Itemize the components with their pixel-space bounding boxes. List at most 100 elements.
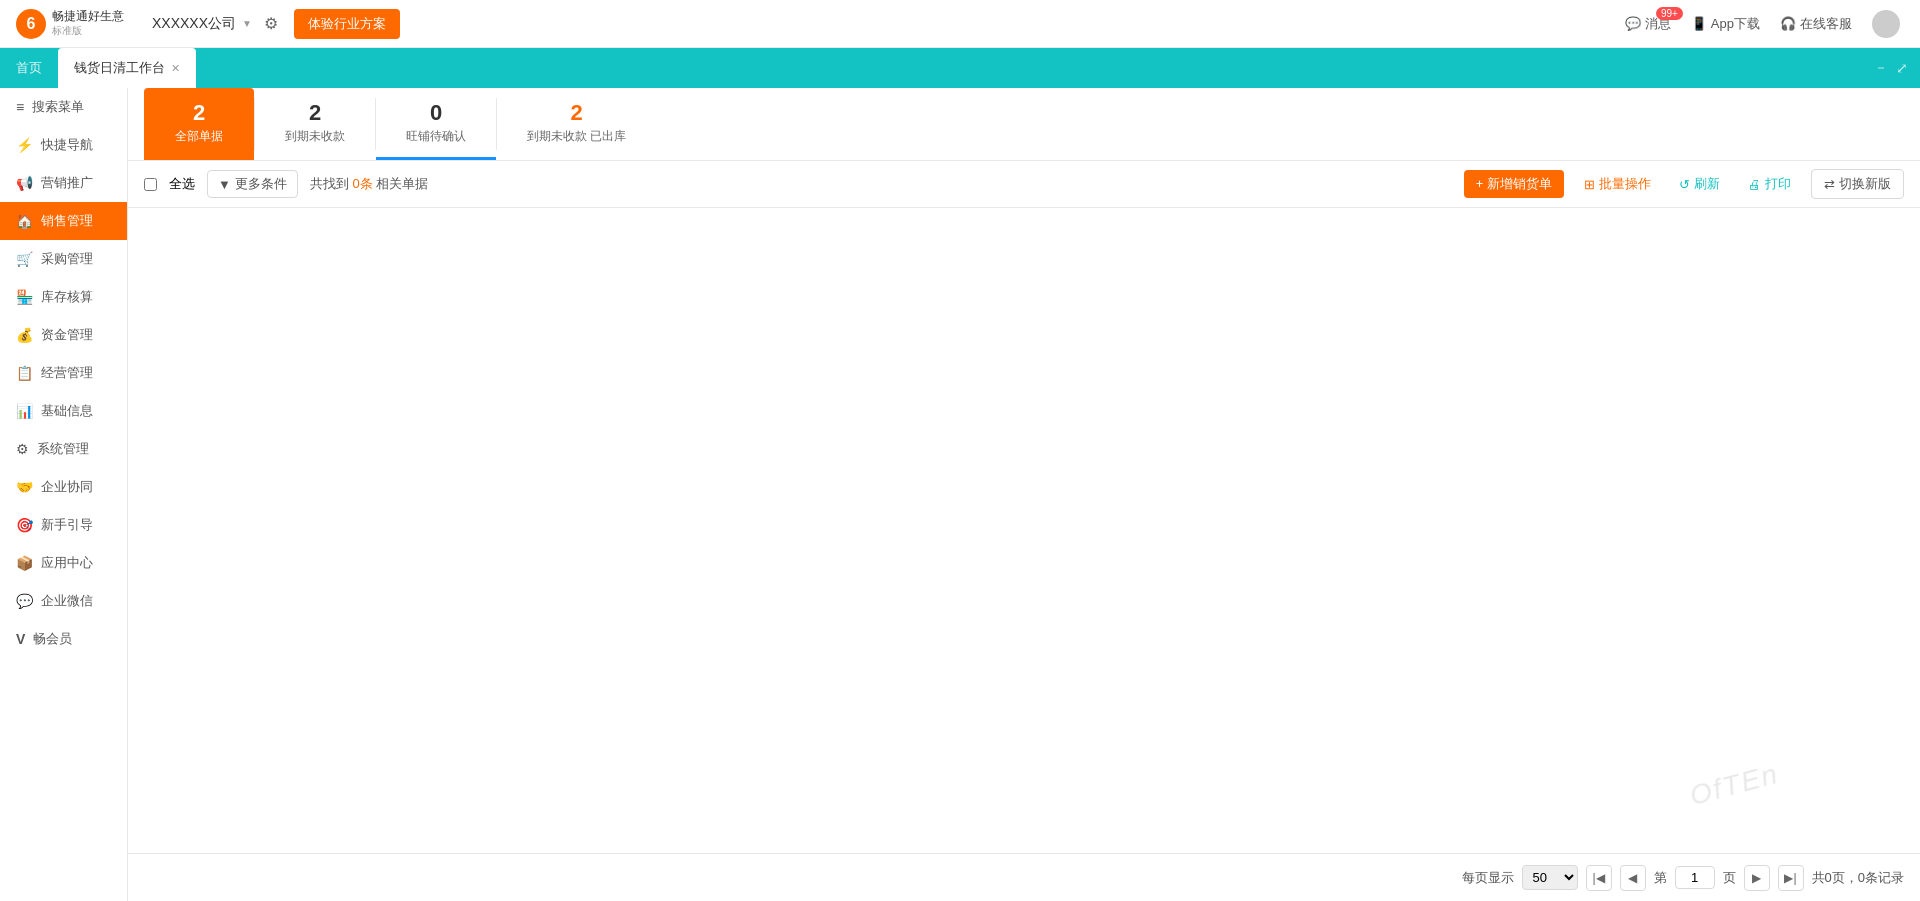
- print-icon: 🖨: [1748, 177, 1761, 192]
- main-layout: ≡ 搜索菜单 ⚡ 快捷导航 📢 营销推广 🏠 销售管理 🛒 采购管理 🏪 库存核…: [0, 88, 1920, 901]
- sidebar-item-inventory[interactable]: 🏪 库存核算: [0, 278, 127, 316]
- sidebar-item-search[interactable]: ≡ 搜索菜单: [0, 88, 127, 126]
- filter-label: 更多条件: [235, 175, 287, 193]
- add-sales-order-button[interactable]: + 新增销货单: [1464, 170, 1564, 198]
- sidebar-label-quick-nav: 快捷导航: [41, 136, 93, 154]
- sidebar-item-quick-nav[interactable]: ⚡ 快捷导航: [0, 126, 127, 164]
- table-area: [128, 208, 1920, 853]
- content-area: 2 全部单据 2 到期未收款 0 旺铺待确认 2 到期未收款 已出库 全选: [128, 88, 1920, 901]
- sidebar-label-search: 搜索菜单: [32, 98, 84, 116]
- sidebar-label-inventory: 库存核算: [41, 288, 93, 306]
- sidebar-label-purchase: 采购管理: [41, 250, 93, 268]
- prev-page-button[interactable]: ◀: [1620, 865, 1646, 891]
- sidebar-item-enterprise[interactable]: 🤝 企业协同: [0, 468, 127, 506]
- tab-cash-goods-label: 钱货日清工作台: [74, 59, 165, 77]
- app-download-icon: 📱: [1691, 16, 1707, 31]
- sidebar-item-purchase[interactable]: 🛒 采购管理: [0, 240, 127, 278]
- select-all-checkbox[interactable]: [144, 178, 157, 191]
- tab-bar: 首页 钱货日清工作台 ✕ － ⤢: [0, 48, 1920, 88]
- tab-maximize-icon[interactable]: ⤢: [1896, 60, 1908, 76]
- switch-version-button[interactable]: ⇄ 切换新版: [1811, 169, 1904, 199]
- per-page-label: 每页显示: [1462, 869, 1514, 887]
- filter-button[interactable]: ▼ 更多条件: [207, 170, 298, 198]
- online-service-item[interactable]: 🎧 在线客服: [1780, 15, 1852, 33]
- tab-minimize-icon[interactable]: －: [1874, 59, 1888, 77]
- sidebar-label-guide: 新手引导: [41, 516, 93, 534]
- all-label: 全部单据: [175, 128, 223, 145]
- summary-tab-wangpu[interactable]: 0 旺铺待确认: [376, 88, 496, 160]
- refresh-button[interactable]: ↺ 刷新: [1671, 170, 1728, 198]
- tab-cash-goods[interactable]: 钱货日清工作台 ✕: [58, 48, 196, 88]
- trial-button[interactable]: 体验行业方案: [294, 9, 400, 39]
- first-page-button[interactable]: |◀: [1586, 865, 1612, 891]
- sidebar-label-sales: 销售管理: [41, 212, 93, 230]
- unshipped-count: 2: [571, 100, 583, 126]
- online-service-icon: 🎧: [1780, 16, 1796, 31]
- inventory-icon: 🏪: [16, 289, 33, 305]
- pagination-bar: 每页显示 50 20 100 |◀ ◀ 第 页 ▶ ▶| 共0页，0条记录: [128, 853, 1920, 901]
- select-all-label: 全选: [169, 175, 195, 193]
- page-input[interactable]: [1675, 866, 1715, 889]
- company-name: XXXXXX公司: [152, 15, 236, 33]
- app-center-icon: 📦: [16, 555, 33, 571]
- all-count: 2: [193, 100, 205, 126]
- logo-sub: 标准版: [52, 24, 124, 38]
- basic-info-icon: 📊: [16, 403, 33, 419]
- summary-tab-overdue[interactable]: 2 到期未收款: [255, 88, 375, 160]
- batch-operation-button[interactable]: ⊞ 批量操作: [1576, 170, 1659, 198]
- settings-icon[interactable]: ⚙: [264, 14, 278, 33]
- sidebar-item-system[interactable]: ⚙ 系统管理: [0, 430, 127, 468]
- summary-tabs: 2 全部单据 2 到期未收款 0 旺铺待确认 2 到期未收款 已出库: [128, 88, 1920, 161]
- batch-icon: ⊞: [1584, 177, 1595, 192]
- sidebar-item-marketing[interactable]: 📢 营销推广: [0, 164, 127, 202]
- sidebar-item-sales[interactable]: 🏠 销售管理: [0, 202, 127, 240]
- summary-tab-all[interactable]: 2 全部单据: [144, 88, 254, 160]
- total-records: 共0页，0条记录: [1812, 869, 1904, 887]
- search-menu-icon: ≡: [16, 99, 24, 115]
- sidebar: ≡ 搜索菜单 ⚡ 快捷导航 📢 营销推广 🏠 销售管理 🛒 采购管理 🏪 库存核…: [0, 88, 128, 901]
- online-service-label: 在线客服: [1800, 15, 1852, 33]
- sidebar-label-system: 系统管理: [37, 440, 89, 458]
- sidebar-item-guide[interactable]: 🎯 新手引导: [0, 506, 127, 544]
- sidebar-item-basic-info[interactable]: 📊 基础信息: [0, 392, 127, 430]
- wechat-icon: 💬: [16, 593, 33, 609]
- overdue-count: 2: [309, 100, 321, 126]
- tab-bar-actions: － ⤢: [1874, 48, 1920, 88]
- enterprise-icon: 🤝: [16, 479, 33, 495]
- company-selector[interactable]: XXXXXX公司 ▼: [152, 15, 252, 33]
- sidebar-label-enterprise: 企业协同: [41, 478, 93, 496]
- wangpu-label: 旺铺待确认: [406, 128, 466, 145]
- tab-close-icon[interactable]: ✕: [171, 62, 180, 75]
- tab-home-label: 首页: [16, 59, 42, 77]
- app-download-label: App下载: [1711, 15, 1760, 33]
- print-button[interactable]: 🖨 打印: [1740, 170, 1799, 198]
- finance-icon: 💰: [16, 327, 33, 343]
- sidebar-label-finance: 资金管理: [41, 326, 93, 344]
- overdue-label: 到期未收款: [285, 128, 345, 145]
- next-page-button[interactable]: ▶: [1744, 865, 1770, 891]
- member-icon: V: [16, 631, 25, 647]
- sidebar-item-app-center[interactable]: 📦 应用中心: [0, 544, 127, 582]
- tab-home[interactable]: 首页: [0, 48, 58, 88]
- chevron-down-icon: ▼: [242, 18, 252, 29]
- sidebar-item-operations[interactable]: 📋 经营管理: [0, 354, 127, 392]
- sidebar-item-wechat[interactable]: 💬 企业微信: [0, 582, 127, 620]
- toolbar-right: + 新增销货单 ⊞ 批量操作 ↺ 刷新 🖨 打印 ⇄ 切换新版: [1464, 169, 1904, 199]
- last-page-button[interactable]: ▶|: [1778, 865, 1804, 891]
- message-item[interactable]: 💬 消息 99+: [1625, 15, 1671, 33]
- sidebar-label-wechat: 企业微信: [41, 592, 93, 610]
- summary-tab-unshipped[interactable]: 2 到期未收款 已出库: [497, 88, 656, 160]
- sidebar-item-member[interactable]: V 畅会员: [0, 620, 127, 658]
- operations-icon: 📋: [16, 365, 33, 381]
- sidebar-label-member: 畅会员: [33, 630, 72, 648]
- sidebar-item-finance[interactable]: 💰 资金管理: [0, 316, 127, 354]
- app-download-item[interactable]: 📱 App下载: [1691, 15, 1760, 33]
- sidebar-label-operations: 经营管理: [41, 364, 93, 382]
- found-text: 共找到 0条 相关单据: [310, 175, 428, 193]
- user-avatar-item[interactable]: [1872, 10, 1904, 38]
- avatar: [1872, 10, 1900, 38]
- system-icon: ⚙: [16, 441, 29, 457]
- per-page-select[interactable]: 50 20 100: [1522, 865, 1578, 890]
- switch-icon: ⇄: [1824, 177, 1835, 192]
- sales-icon: 🏠: [16, 213, 33, 229]
